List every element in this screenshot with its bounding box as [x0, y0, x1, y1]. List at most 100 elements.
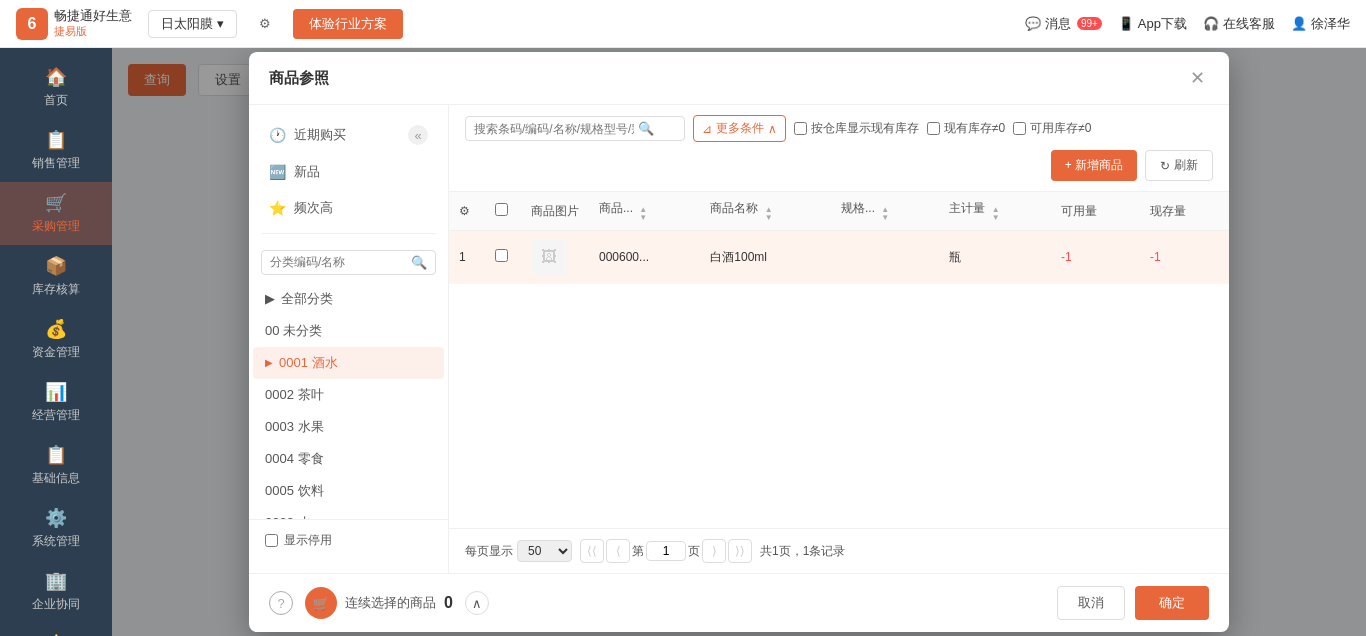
select-all-checkbox[interactable]: [495, 203, 508, 216]
left-panel-nav: 🕐 近期购买 « 🆕 新品 ⭐ 频次高: [249, 117, 448, 225]
confirm-btn[interactable]: 确定: [1135, 586, 1209, 620]
category-0005[interactable]: 0005 饮料: [253, 475, 444, 507]
toolbar-right: + 新增商品 ↻ 刷新: [1051, 150, 1213, 181]
category-search-input[interactable]: [270, 255, 407, 269]
sidebar-item-enterprise[interactable]: 🏢 企业协同: [0, 560, 112, 623]
available-stock-label[interactable]: 现有库存≠0: [927, 120, 1005, 137]
user-nav-item[interactable]: 👤 徐泽华: [1291, 15, 1350, 33]
category-0004[interactable]: 0004 零食: [253, 443, 444, 475]
settings-col-icon: ⚙: [459, 204, 470, 218]
td-spec: [831, 231, 939, 284]
new-icon: 🆕: [269, 164, 286, 180]
sidebar-item-guide[interactable]: 🌟 新手引导: [0, 623, 112, 636]
top-nav: 6 畅捷通好生意 捷易版 日太阳膜 ▾ ⚙ 体验行业方案 💬 消息 99+ 📱 …: [0, 0, 1366, 48]
th-code[interactable]: 商品... ▲▼: [589, 192, 700, 231]
more-filter-btn[interactable]: ⊿ 更多条件 ∧: [693, 115, 786, 142]
app-download-nav-item[interactable]: 📱 App下载: [1118, 15, 1187, 33]
category-search-box[interactable]: 🔍: [261, 250, 436, 275]
sidebar-item-basic[interactable]: 📋 基础信息: [0, 434, 112, 497]
table-row[interactable]: 1 🖼 000600... 白酒100ml: [449, 231, 1229, 284]
product-reference-dialog: 商品参照 ✕ 🕐 近期购买 « �: [249, 52, 1229, 632]
next-page-btn[interactable]: ⟩: [702, 539, 726, 563]
logo-text: 畅捷通好生意 捷易版: [54, 8, 132, 40]
page-nav: ⟨⟨ ⟨ 第 页 ⟩ ⟩⟩: [580, 539, 752, 563]
nav-right: 💬 消息 99+ 📱 App下载 🎧 在线客服 👤 徐泽华: [1025, 15, 1350, 33]
store-dropdown[interactable]: 日太阳膜 ▾: [148, 10, 237, 38]
content-area: 查询 设置 刷新 商品参照 ✕ 🕐: [112, 48, 1366, 636]
product-thumbnail: 🖼: [531, 239, 567, 275]
home-icon: 🏠: [45, 66, 67, 88]
refresh-dialog-btn[interactable]: ↻ 刷新: [1145, 150, 1213, 181]
product-search-box[interactable]: 🔍: [465, 116, 685, 141]
page-size-select[interactable]: 50 20 100: [517, 540, 572, 562]
dialog-header: 商品参照 ✕: [249, 52, 1229, 105]
add-product-btn[interactable]: + 新增商品: [1051, 150, 1137, 181]
usable-stock-label[interactable]: 可用库存≠0: [1013, 120, 1091, 137]
th-check[interactable]: [485, 192, 521, 231]
sidebar-item-inventory[interactable]: 📦 库存核算: [0, 245, 112, 308]
first-page-btn[interactable]: ⟨⟨: [580, 539, 604, 563]
last-page-btn[interactable]: ⟩⟩: [728, 539, 752, 563]
th-name[interactable]: 商品名称 ▲▼: [700, 192, 831, 231]
online-service-nav-item[interactable]: 🎧 在线客服: [1203, 15, 1275, 33]
help-icon[interactable]: ?: [269, 591, 293, 615]
prev-page-btn[interactable]: ⟨: [606, 539, 630, 563]
warehouse-stock-label[interactable]: 按仓库显示现有库存: [794, 120, 919, 137]
usable-stock-checkbox[interactable]: [1013, 122, 1026, 135]
left-panel: 🕐 近期购买 « 🆕 新品 ⭐ 频次高: [249, 105, 449, 573]
sidebar-item-operations[interactable]: 📊 经营管理: [0, 371, 112, 434]
show-disabled-checkbox[interactable]: [265, 534, 278, 547]
sales-icon: 📋: [45, 129, 67, 151]
collapse-left-btn[interactable]: «: [408, 125, 428, 145]
th-image: 商品图片: [521, 192, 589, 231]
td-index: 1: [449, 231, 485, 284]
phone-icon: 📱: [1118, 16, 1134, 31]
sidebar: 🏠 首页 📋 销售管理 🛒 采购管理 📦 库存核算 💰 资金管理 📊 经营管理 …: [0, 48, 112, 636]
dialog-close-btn[interactable]: ✕: [1185, 66, 1209, 90]
dialog-title: 商品参照: [269, 69, 329, 88]
messages-nav-item[interactable]: 💬 消息 99+: [1025, 15, 1102, 33]
recent-purchase-item[interactable]: 🕐 近期购买 «: [257, 117, 440, 153]
pagination-bar: 每页显示 50 20 100 ⟨⟨ ⟨ 第: [449, 528, 1229, 573]
available-stock-checkbox[interactable]: [927, 122, 940, 135]
frequent-item[interactable]: ⭐ 频次高: [257, 191, 440, 225]
cart-label: 连续选择的商品: [345, 594, 436, 612]
settings-icon[interactable]: ⚙: [249, 8, 281, 40]
category-all[interactable]: ▶ 全部分类: [253, 283, 444, 315]
sidebar-item-finance[interactable]: 💰 资金管理: [0, 308, 112, 371]
sidebar-item-home[interactable]: 🏠 首页: [0, 56, 112, 119]
new-product-item[interactable]: 🆕 新品: [257, 155, 440, 189]
search-btn-icon[interactable]: 🔍: [638, 121, 654, 136]
sidebar-item-purchase[interactable]: 🛒 采购管理: [0, 182, 112, 245]
warehouse-stock-checkbox[interactable]: [794, 122, 807, 135]
table-header-row: ⚙ 商品图片 商品... ▲▼: [449, 192, 1229, 231]
cancel-btn[interactable]: 取消: [1057, 586, 1125, 620]
collapse-footer-btn[interactable]: ∧: [465, 591, 489, 615]
star-icon: ⭐: [269, 200, 286, 216]
category-0003[interactable]: 0003 水果: [253, 411, 444, 443]
category-0002[interactable]: 0002 茶叶: [253, 379, 444, 411]
page-number-input[interactable]: [646, 541, 686, 561]
sidebar-item-sales[interactable]: 📋 销售管理: [0, 119, 112, 182]
td-code: 000600...: [589, 231, 700, 284]
category-00[interactable]: 00 未分类: [253, 315, 444, 347]
headset-icon: 🎧: [1203, 16, 1219, 31]
category-0008[interactable]: 0008 水: [253, 507, 444, 519]
th-settings[interactable]: ⚙: [449, 192, 485, 231]
td-check[interactable]: [485, 231, 521, 284]
category-0001[interactable]: ▶ 0001 酒水: [253, 347, 444, 379]
right-panel: 🔍 ⊿ 更多条件 ∧ 按仓库显示现有库存: [449, 105, 1229, 573]
th-spec[interactable]: 规格... ▲▼: [831, 192, 939, 231]
th-unit[interactable]: 主计量 ▲▼: [939, 192, 1051, 231]
product-table: ⚙ 商品图片 商品... ▲▼: [449, 192, 1229, 284]
row-checkbox[interactable]: [495, 249, 508, 262]
filter-icon: ⊿: [702, 122, 712, 136]
message-icon: 💬: [1025, 16, 1041, 31]
dialog-footer: ? 🛒 连续选择的商品 0 ∧ 取消 确定: [249, 573, 1229, 632]
trial-btn[interactable]: 体验行业方案: [293, 9, 403, 39]
sidebar-item-system[interactable]: ⚙️ 系统管理: [0, 497, 112, 560]
product-search-input[interactable]: [474, 122, 634, 136]
dialog-body: 🕐 近期购买 « 🆕 新品 ⭐ 频次高: [249, 105, 1229, 573]
search-icon: 🔍: [411, 255, 427, 270]
chevron-up-icon: ∧: [768, 122, 777, 136]
